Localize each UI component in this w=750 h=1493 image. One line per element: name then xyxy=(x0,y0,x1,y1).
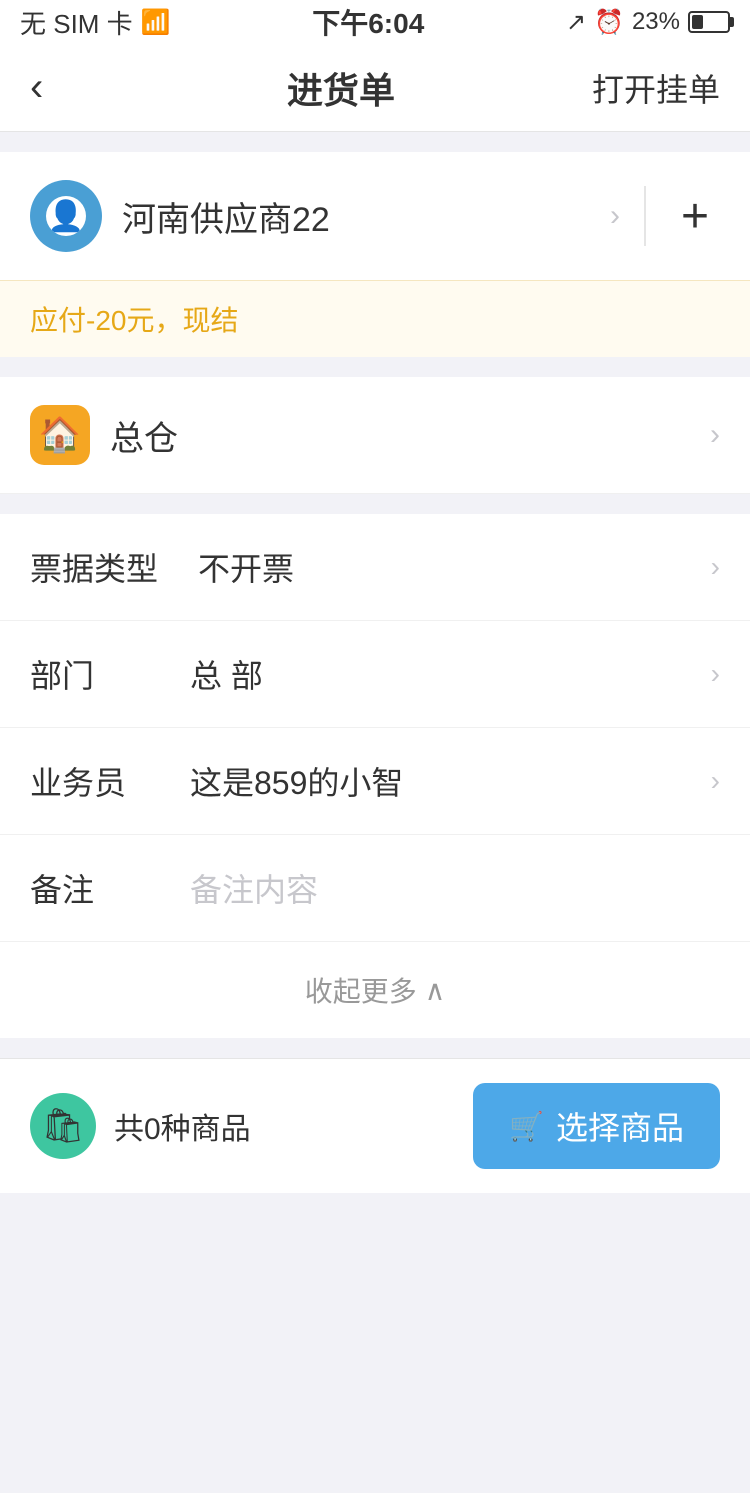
collapse-icon: ∧ xyxy=(425,974,446,1007)
invoice-type-chevron-icon: › xyxy=(711,551,720,583)
notice-text: 应付-20元，现结 xyxy=(30,305,238,336)
supplier-chevron-icon: › xyxy=(610,199,620,233)
back-button[interactable]: ‹ xyxy=(30,65,90,110)
form-section: 票据类型 不开票 › 部门 总 部 › 业务员 这是859的小智 › 备注 备注… xyxy=(0,514,750,1038)
status-left: 无 SIM 卡 📶 xyxy=(20,4,171,41)
carrier-text: 无 SIM 卡 xyxy=(20,4,133,41)
product-count-section: 🛍 共0种商品 xyxy=(30,1093,251,1159)
supplier-name: 河南供应商22 xyxy=(122,192,600,241)
bottom-bar: 🛍 共0种商品 🛒 选择商品 xyxy=(0,1058,750,1193)
gap-1 xyxy=(0,132,750,152)
department-row[interactable]: 部门 总 部 › xyxy=(0,621,750,728)
status-right: ↗ ⏰ 23% xyxy=(566,8,730,37)
collapse-row[interactable]: 收起更多 ∧ xyxy=(0,942,750,1038)
product-count-text: 共0种商品 xyxy=(114,1104,251,1148)
warehouse-name: 总仓 xyxy=(110,411,700,460)
warehouse-icon: 🏠 xyxy=(30,405,90,465)
collapse-label: 收起更多 xyxy=(305,970,417,1010)
product-bag-icon: 🛍 xyxy=(41,1106,84,1146)
add-supplier-button[interactable]: + xyxy=(670,189,720,244)
department-value: 总 部 xyxy=(190,651,701,697)
supplier-row[interactable]: 👤 河南供应商22 › + xyxy=(0,152,750,280)
battery-icon xyxy=(688,11,730,33)
notice-banner: 应付-20元，现结 xyxy=(0,280,750,357)
invoice-type-row[interactable]: 票据类型 不开票 › xyxy=(0,514,750,621)
select-product-button[interactable]: 🛒 选择商品 xyxy=(473,1083,720,1169)
battery-percent: 23% xyxy=(632,8,680,36)
avatar-inner: 👤 xyxy=(46,196,86,236)
wifi-icon: 📶 xyxy=(141,8,171,37)
status-time: 下午6:04 xyxy=(312,2,424,42)
alarm-icon: ⏰ xyxy=(594,8,624,37)
remark-label: 备注 xyxy=(30,865,150,911)
product-icon: 🛍 xyxy=(30,1093,96,1159)
invoice-type-value: 不开票 xyxy=(198,544,701,590)
gap-2 xyxy=(0,357,750,377)
salesperson-row[interactable]: 业务员 这是859的小智 › xyxy=(0,728,750,835)
warehouse-row[interactable]: 🏠 总仓 › xyxy=(0,377,750,494)
department-chevron-icon: › xyxy=(711,658,720,690)
select-product-label: 选择商品 xyxy=(556,1103,684,1149)
salesperson-chevron-icon: › xyxy=(711,765,720,797)
avatar-person-icon: 👤 xyxy=(47,199,84,234)
salesperson-label: 业务员 xyxy=(30,758,150,804)
invoice-type-label: 票据类型 xyxy=(30,544,158,590)
status-bar: 无 SIM 卡 📶 下午6:04 ↗ ⏰ 23% xyxy=(0,0,750,44)
department-label: 部门 xyxy=(30,651,150,697)
gap-3 xyxy=(0,494,750,514)
page-title: 进货单 xyxy=(287,62,395,114)
gap-4 xyxy=(0,1038,750,1058)
supplier-section: 👤 河南供应商22 › + 应付-20元，现结 xyxy=(0,152,750,357)
select-product-icon: 🛒 xyxy=(509,1110,544,1143)
salesperson-value: 这是859的小智 xyxy=(190,758,701,804)
nav-bar: ‹ 进货单 打开挂单 xyxy=(0,44,750,132)
remark-value[interactable]: 备注内容 xyxy=(190,865,720,911)
rest-area xyxy=(0,1193,750,1493)
open-pending-button[interactable]: 打开挂单 xyxy=(592,65,720,111)
supplier-divider xyxy=(644,186,646,246)
warehouse-chevron-icon: › xyxy=(710,418,720,452)
location-icon: ↗ xyxy=(566,8,586,37)
supplier-avatar: 👤 xyxy=(30,180,102,252)
remark-row[interactable]: 备注 备注内容 xyxy=(0,835,750,942)
